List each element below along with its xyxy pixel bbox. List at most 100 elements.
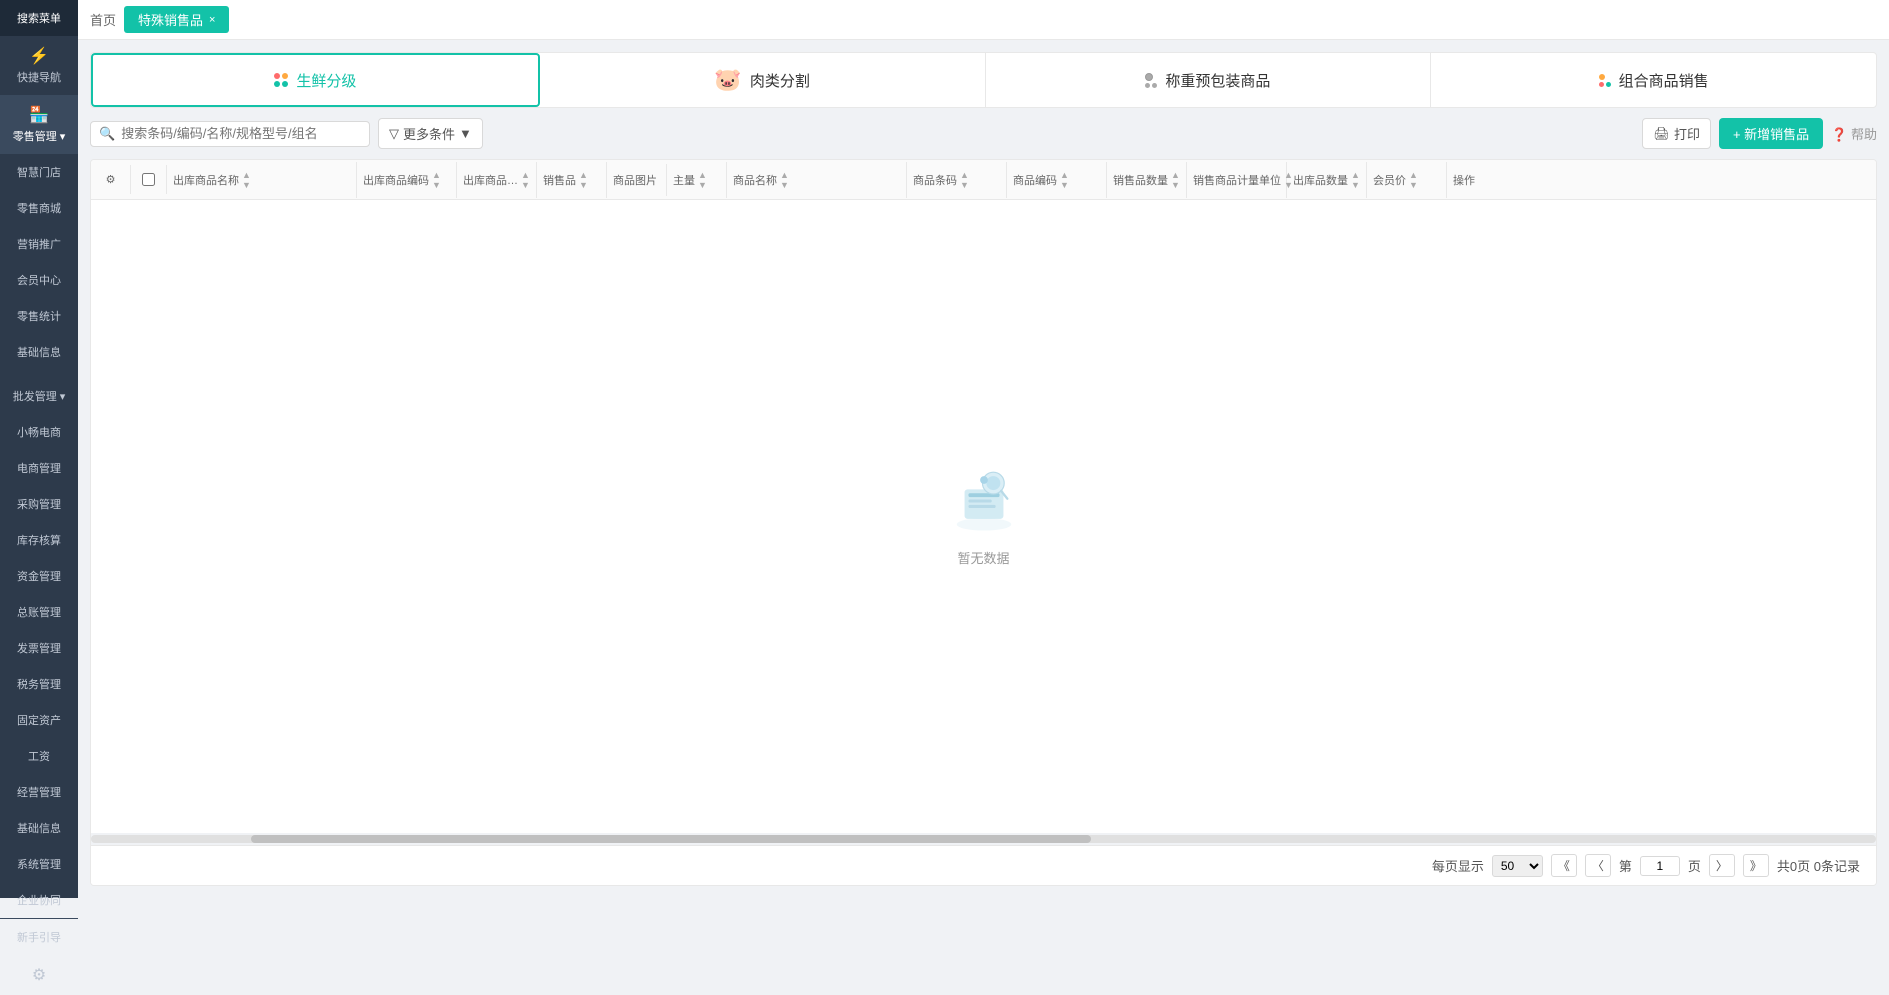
th-out-name[interactable]: 出库商品名称 ▲▼ [167, 162, 357, 198]
combo-sale-icon [1599, 74, 1611, 87]
sidebar-item-label: 零售统计 [17, 308, 61, 324]
sidebar: 搜索菜单 ⚡ 快捷导航 🏪 零售管理 ▾ 智慧门店 零售商城 营销推广 会员中心… [0, 0, 78, 898]
current-tab[interactable]: 特殊销售品 × [124, 6, 229, 33]
th-out-qty[interactable]: 出库品数量 ▲▼ [1287, 162, 1367, 198]
sidebar-item-retail-mall[interactable]: 零售商城 [0, 190, 78, 226]
th-member-price-label: 会员价 [1373, 172, 1406, 188]
table-body: 暂无数据 [91, 200, 1876, 833]
scrollbar-thumb[interactable] [251, 835, 1091, 843]
sidebar-item-label: 工资 [28, 748, 50, 764]
sidebar-item-smart-store[interactable]: 智慧门店 [0, 154, 78, 190]
th-check[interactable] [131, 165, 167, 194]
tab-fresh-grade[interactable]: 生鲜分级 [91, 53, 540, 107]
sidebar-item-ecommerce-mgmt[interactable]: 电商管理 [0, 450, 78, 486]
sidebar-item-tax-mgmt[interactable]: 税务管理 [0, 666, 78, 702]
filter-button[interactable]: ▽ 更多条件 ▼ [378, 118, 483, 149]
th-sale-item[interactable]: 销售品 ▲▼ [537, 162, 607, 198]
sidebar-item-label: 基础信息 [17, 344, 61, 360]
sidebar-item-basic-info[interactable]: 基础信息 [0, 334, 78, 370]
sidebar-item-purchase-mgmt[interactable]: 采购管理 [0, 486, 78, 522]
th-goods-code[interactable]: 商品编码 ▲▼ [1007, 162, 1107, 198]
th-goods-img[interactable]: 商品图片 [607, 164, 667, 196]
th-out-spec-label: 出库商品… [463, 172, 518, 188]
sidebar-item-label: 智慧门店 [17, 164, 61, 180]
th-sale-label: 销售品 [543, 172, 576, 188]
sort-icon: ▲▼ [1351, 170, 1360, 190]
sidebar-item-quick-nav[interactable]: ⚡ 快捷导航 [0, 36, 78, 95]
tab-label: 特殊销售品 [138, 10, 203, 29]
sidebar-item-sys-mgmt[interactable]: 系统管理 [0, 846, 78, 882]
quick-nav-icon: ⚡ [29, 46, 49, 66]
sidebar-bottom: 新手引导 ⚙ [0, 918, 78, 995]
add-button[interactable]: + 新增销售品 [1719, 118, 1823, 149]
help-button[interactable]: ❓ 帮助 [1831, 124, 1877, 143]
per-page-label: 每页显示 [1432, 856, 1484, 875]
sidebar-item-label: 电商管理 [17, 460, 61, 476]
sidebar-item-wholesale-mgmt[interactable]: 批发管理 ▾ [0, 378, 78, 414]
sidebar-item-company-coop[interactable]: 企业协同 [0, 882, 78, 918]
sidebar-item-label: 发票管理 [17, 640, 61, 656]
sidebar-item-basic-info2[interactable]: 基础信息 [0, 810, 78, 846]
breadcrumb-home[interactable]: 首页 [90, 10, 116, 29]
tab-combo-sale[interactable]: 组合商品销售 [1431, 53, 1876, 107]
sidebar-item-retail-stats[interactable]: 零售统计 [0, 298, 78, 334]
filter-label: 更多条件 [403, 124, 455, 143]
page-input[interactable] [1640, 856, 1680, 876]
th-goods-name[interactable]: 商品名称 ▲▼ [727, 162, 907, 198]
retail-mgmt-icon: 🏪 [29, 105, 49, 125]
sidebar-item-label: 营销推广 [17, 236, 61, 252]
th-sale-unit[interactable]: 销售商品计量单位 ▲▼ [1187, 162, 1287, 198]
sidebar-item-mini-ecommerce[interactable]: 小畅电商 [0, 414, 78, 450]
th-op-label: 操作 [1453, 172, 1475, 188]
th-sale-qty[interactable]: 销售品数量 ▲▼ [1107, 162, 1187, 198]
sidebar-item-general-ledger[interactable]: 总账管理 [0, 594, 78, 630]
page-suffix: 页 [1688, 856, 1701, 875]
horizontal-scrollbar[interactable] [91, 833, 1876, 845]
th-goods-img-label: 商品图片 [613, 172, 657, 188]
sidebar-item-fixed-assets[interactable]: 固定资产 [0, 702, 78, 738]
sort-icon: ▲▼ [432, 170, 441, 190]
th-weight-label: 主量 [673, 172, 695, 188]
sidebar-item-sales-promo[interactable]: 营销推广 [0, 226, 78, 262]
sidebar-item-wages[interactable]: 工资 [0, 738, 78, 774]
sidebar-item-label: 零售商城 [17, 200, 61, 216]
sidebar-item-member-center[interactable]: 会员中心 [0, 262, 78, 298]
per-page-select[interactable]: 50 10 20 100 [1492, 855, 1543, 877]
sidebar-item-label: 总账管理 [17, 604, 61, 620]
th-gear[interactable]: ⚙ [91, 165, 131, 194]
sort-icon: ▲▼ [579, 170, 588, 190]
search-box[interactable]: 🔍 [90, 121, 370, 147]
prev-page-button[interactable]: 〈 [1585, 854, 1611, 877]
sidebar-item-invoice-mgmt[interactable]: 发票管理 [0, 630, 78, 666]
th-out-spec[interactable]: 出库商品… ▲▼ [457, 162, 537, 198]
sidebar-item-new-guide[interactable]: 新手引导 [0, 919, 78, 955]
th-sale-qty-label: 销售品数量 [1113, 172, 1168, 188]
select-all-checkbox[interactable] [142, 173, 155, 186]
sidebar-item-label: 库存核算 [17, 532, 61, 548]
th-weight[interactable]: 主量 ▲▼ [667, 162, 727, 198]
sidebar-item-label: 资金管理 [17, 568, 61, 584]
print-button[interactable]: 🖨 打印 [1642, 118, 1711, 149]
next-page-button[interactable]: 〉 [1709, 854, 1735, 877]
th-member-price[interactable]: 会员价 ▲▼ [1367, 162, 1447, 198]
sidebar-item-retail-mgmt[interactable]: 🏪 零售管理 ▾ [0, 95, 78, 154]
toolbar-right: 🖨 打印 + 新增销售品 ❓ 帮助 [1642, 118, 1877, 149]
last-page-button[interactable]: 》 [1743, 854, 1769, 877]
sidebar-item-label: 固定资产 [17, 712, 61, 728]
topbar: 首页 特殊销售品 × [78, 0, 1889, 40]
sidebar-item-label: 系统管理 [17, 856, 61, 872]
sidebar-item-settings[interactable]: ⚙ [0, 955, 78, 995]
first-page-button[interactable]: 《 [1551, 854, 1577, 877]
th-out-code[interactable]: 出库商品编码 ▲▼ [357, 162, 457, 198]
sidebar-item-capital-mgmt[interactable]: 资金管理 [0, 558, 78, 594]
close-icon[interactable]: × [209, 14, 215, 26]
sidebar-item-ops-mgmt[interactable]: 经营管理 [0, 774, 78, 810]
tab-meat-cut[interactable]: 🐷 肉类分割 [540, 53, 986, 107]
search-input[interactable] [121, 126, 361, 141]
th-out-name-label: 出库商品名称 [173, 172, 239, 188]
tab-weight-prepack[interactable]: 称重预包装商品 [986, 53, 1432, 107]
weight-prepack-label: 称重预包装商品 [1165, 70, 1270, 91]
sidebar-item-inventory[interactable]: 库存核算 [0, 522, 78, 558]
th-barcode[interactable]: 商品条码 ▲▼ [907, 162, 1007, 198]
add-label: + 新增销售品 [1733, 124, 1809, 143]
